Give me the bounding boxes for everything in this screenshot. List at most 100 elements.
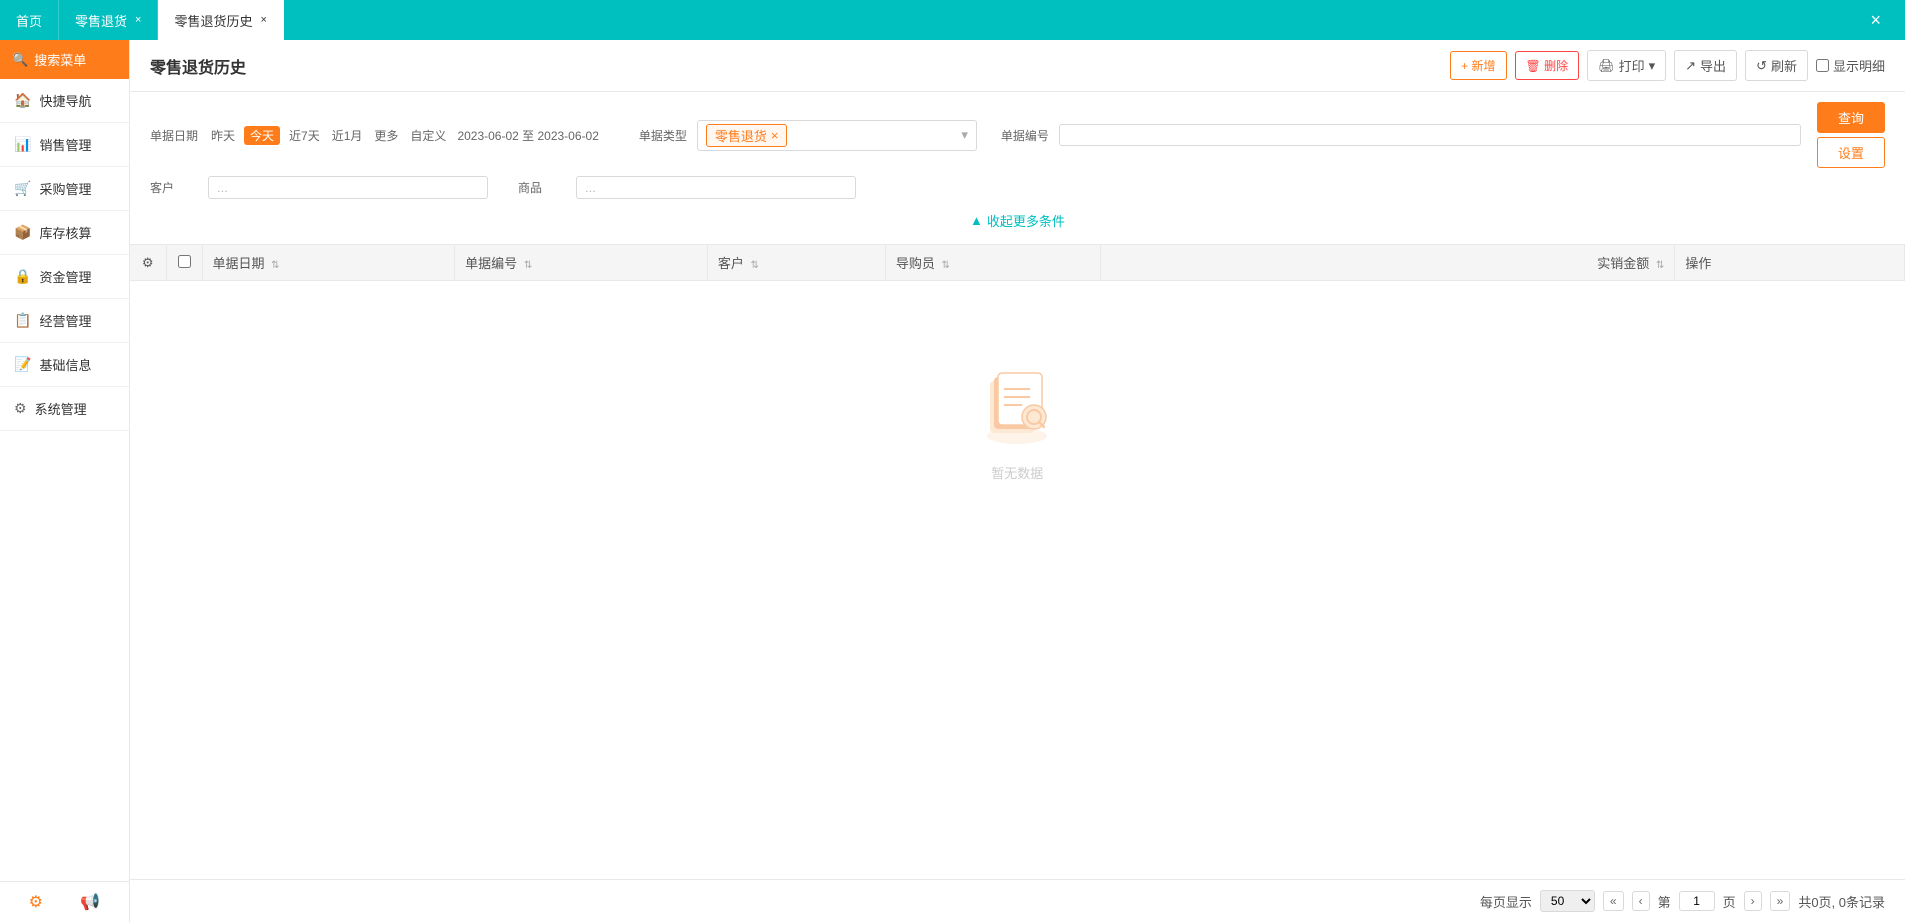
table-area: ⚙ 单据日期 ⇅ 单据编号 ⇅ — [130, 245, 1905, 879]
system-icon: ⚙ — [14, 400, 27, 417]
tab-retail-return-close[interactable]: × — [135, 14, 141, 26]
sidebar-bottom: ⚙ 📢 — [0, 881, 129, 922]
sidebar-gear-icon[interactable]: ⚙ — [29, 892, 43, 912]
purchase-mgmt-icon: 🛒 — [14, 180, 31, 197]
col-customer[interactable]: 客户 ⇅ — [707, 245, 885, 281]
page-chapter-label: 第 — [1658, 892, 1671, 911]
col-amount-sort: ⇅ — [1656, 260, 1664, 271]
date-opt-custom[interactable]: 自定义 — [407, 126, 449, 145]
quick-nav-icon: 🏠 — [14, 92, 31, 109]
empty-illustration — [972, 361, 1062, 451]
tab-retail-return-label: 零售退货 — [75, 11, 127, 30]
sidebar-item-finance[interactable]: 🔒 资金管理 — [0, 255, 129, 299]
tab-retail-return-history[interactable]: 零售退货历史 × — [158, 0, 283, 40]
col-amount-label: 实销金额 — [1597, 256, 1649, 271]
page-number-input[interactable] — [1679, 891, 1715, 911]
page-size-label: 每页显示 — [1480, 892, 1532, 911]
goods-label: 商品 — [518, 179, 570, 196]
tab-home[interactable]: 首页 — [0, 0, 59, 40]
last-page-btn[interactable]: » — [1770, 891, 1791, 911]
date-opt-7days[interactable]: 近7天 — [286, 126, 323, 145]
page-actions: + 新增 🗑 删除 🖨 打印 ▾ ↗ 导出 ↺ 刷新 显示明细 — [1450, 50, 1885, 81]
export-button[interactable]: ↗ 导出 — [1674, 50, 1737, 81]
col-settings[interactable]: ⚙ — [130, 245, 166, 281]
data-table: ⚙ 单据日期 ⇅ 单据编号 ⇅ — [130, 245, 1905, 522]
sidebar-item-system[interactable]: ⚙ 系统管理 — [0, 387, 129, 431]
sidebar-item-system-label: 系统管理 — [35, 399, 87, 418]
sidebar-item-purchase-mgmt[interactable]: 🛒 采购管理 — [0, 167, 129, 211]
date-opt-1month[interactable]: 近1月 — [329, 126, 366, 145]
col-guide-sort: ⇅ — [942, 260, 950, 271]
prev-page-btn[interactable]: ‹ — [1632, 891, 1650, 911]
print-label: 打印 — [1619, 56, 1645, 75]
page-size-select[interactable]: 20 50 100 — [1540, 890, 1595, 912]
col-guide-label: 导购员 — [896, 256, 935, 271]
date-opt-yesterday[interactable]: 昨天 — [208, 126, 238, 145]
tab-retail-return-history-label: 零售退货历史 — [174, 11, 252, 30]
type-label: 单据类型 — [639, 127, 691, 144]
sidebar-item-operations-label: 经营管理 — [39, 311, 91, 330]
first-page-btn[interactable]: « — [1603, 891, 1624, 911]
date-options: 昨天 今天 近7天 近1月 更多 自定义 — [208, 126, 449, 145]
query-button[interactable]: 查询 — [1817, 102, 1885, 133]
display-detail-checkbox[interactable] — [1816, 59, 1829, 72]
col-amount[interactable]: 实销金额 ⇅ — [1101, 245, 1675, 281]
table-header-row: ⚙ 单据日期 ⇅ 单据编号 ⇅ — [130, 245, 1905, 281]
sidebar-item-finance-label: 资金管理 — [39, 267, 91, 286]
col-guide[interactable]: 导购员 ⇅ — [885, 245, 1100, 281]
tab-retail-return[interactable]: 零售退货 × — [59, 0, 158, 40]
customer-select[interactable]: ... — [208, 176, 488, 199]
set-button[interactable]: 设置 — [1817, 137, 1885, 168]
select-all-checkbox[interactable] — [178, 255, 191, 268]
page-title: 零售退货历史 — [150, 54, 246, 78]
next-page-btn[interactable]: › — [1744, 891, 1762, 911]
number-input[interactable] — [1059, 124, 1801, 146]
type-tag-close[interactable]: × — [771, 128, 779, 143]
customer-ellipsis: ... — [217, 180, 228, 195]
sidebar-item-quick-nav-label: 快捷导航 — [39, 91, 91, 110]
goods-select[interactable]: ... — [576, 176, 856, 199]
empty-text: 暂无数据 — [991, 463, 1043, 482]
col-number-sort: ⇅ — [524, 260, 532, 271]
sidebar-item-basic-info[interactable]: 📝 基础信息 — [0, 343, 129, 387]
collapse-btn[interactable]: ▲ 收起更多条件 — [150, 207, 1885, 234]
pagination: 每页显示 20 50 100 « ‹ 第 页 › » 共0页, 0条记录 — [130, 879, 1905, 922]
date-range: 2023-06-02 至 2023-06-02 — [457, 127, 598, 144]
delete-button[interactable]: 🗑 删除 — [1515, 51, 1580, 80]
collapse-label: 收起更多条件 — [987, 211, 1065, 230]
sidebar-item-sales-mgmt[interactable]: 📊 销售管理 — [0, 123, 129, 167]
type-select-box[interactable]: 零售退货 × ▾ — [697, 120, 977, 151]
inventory-icon: 📦 — [14, 224, 31, 241]
export-label: 导出 — [1700, 56, 1726, 75]
tab-retail-return-history-close[interactable]: × — [260, 14, 266, 26]
new-button[interactable]: + 新增 — [1450, 51, 1506, 80]
sidebar-search-label: 搜索菜单 — [34, 50, 86, 69]
date-opt-today[interactable]: 今天 — [244, 126, 280, 145]
date-opt-more[interactable]: 更多 — [371, 126, 401, 145]
date-label: 单据日期 — [150, 127, 202, 144]
col-date[interactable]: 单据日期 ⇅ — [202, 245, 455, 281]
type-tag[interactable]: 零售退货 × — [706, 124, 788, 147]
sidebar-item-quick-nav[interactable]: 🏠 快捷导航 — [0, 79, 129, 123]
col-ops: 操作 — [1675, 245, 1905, 281]
sidebar-speaker-icon[interactable]: 📢 — [80, 892, 100, 912]
display-detail-checkbox-label[interactable]: 显示明细 — [1816, 56, 1885, 75]
print-button[interactable]: 🖨 打印 ▾ — [1587, 50, 1666, 81]
refresh-icon: ↺ — [1756, 58, 1767, 74]
sidebar-item-inventory[interactable]: 📦 库存核算 — [0, 211, 129, 255]
refresh-button[interactable]: ↺ 刷新 — [1745, 50, 1808, 81]
empty-state-cell: 暂无数据 — [130, 281, 1905, 523]
topbar: 首页 零售退货 × 零售退货历史 × × — [0, 0, 1905, 40]
sales-mgmt-icon: 📊 — [14, 136, 31, 153]
filter-row-1: 单据日期 昨天 今天 近7天 近1月 更多 自定义 2023-06-02 至 2… — [150, 102, 1885, 168]
print-dropdown-icon: ▾ — [1649, 58, 1656, 74]
page-header: 零售退货历史 + 新增 🗑 删除 🖨 打印 ▾ ↗ 导出 ↺ 刷新 — [130, 40, 1905, 92]
sidebar-item-basic-info-label: 基础信息 — [39, 355, 91, 374]
topbar-close-btn[interactable]: × — [1862, 10, 1889, 31]
sidebar-item-purchase-label: 采购管理 — [39, 179, 91, 198]
tab-home-label: 首页 — [16, 11, 42, 30]
col-number[interactable]: 单据编号 ⇅ — [455, 245, 708, 281]
sidebar-search[interactable]: 🔍 搜索菜单 — [0, 40, 129, 79]
sidebar-item-operations[interactable]: 📋 经营管理 — [0, 299, 129, 343]
search-icon: 🔍 — [12, 52, 28, 68]
